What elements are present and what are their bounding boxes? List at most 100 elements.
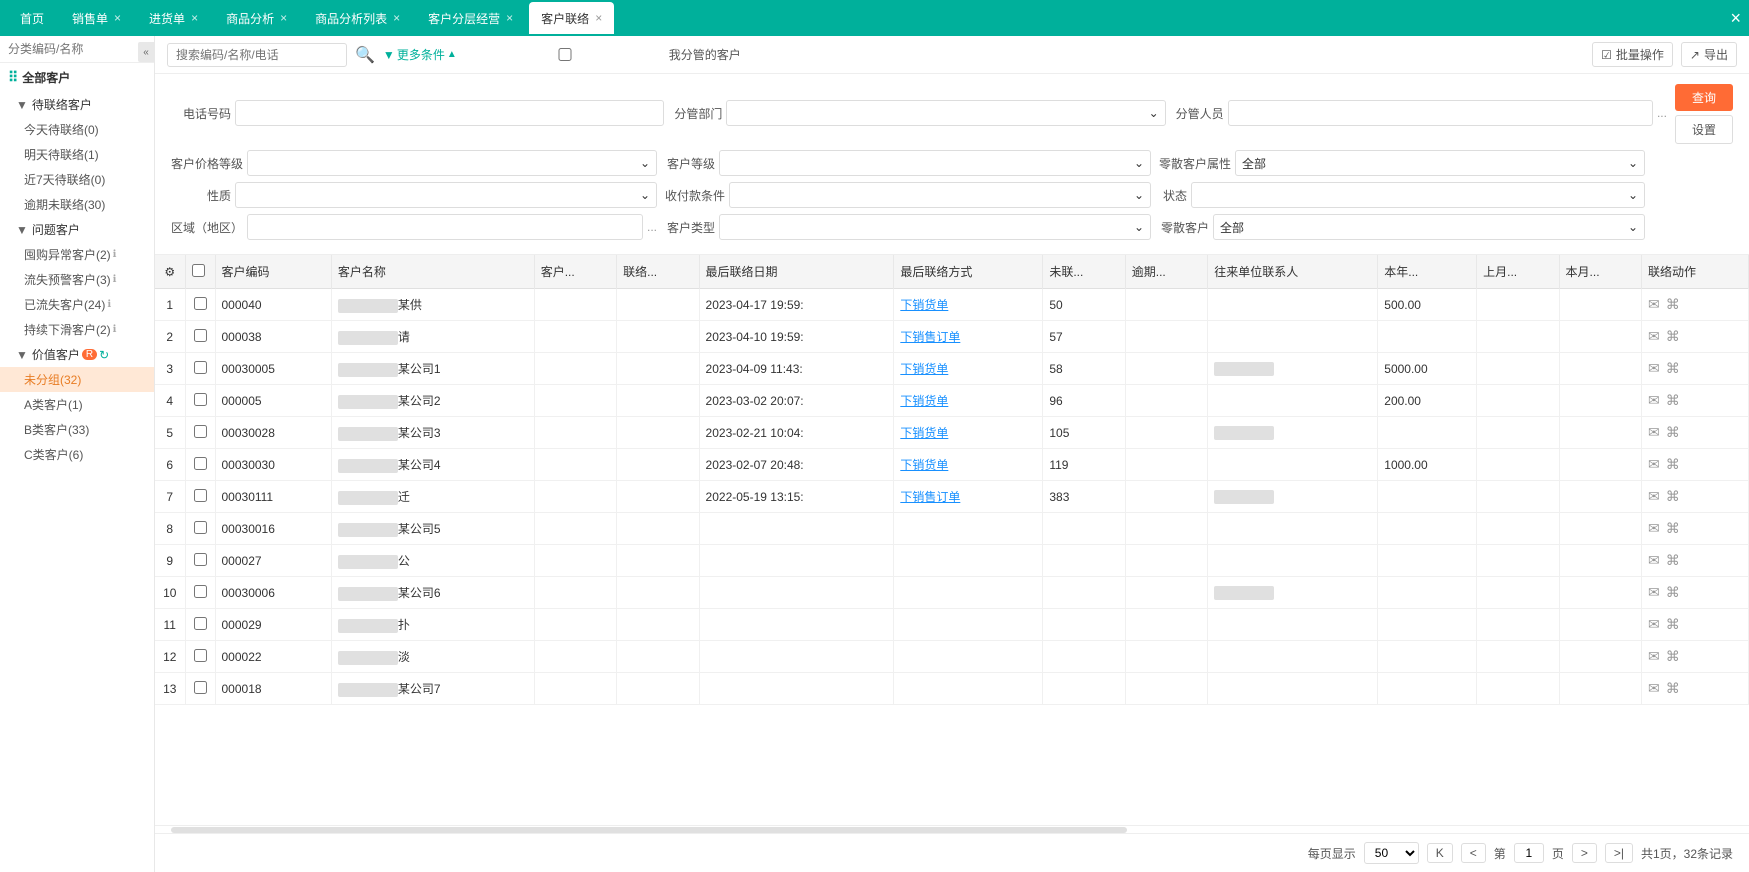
last-method-link[interactable]: 下销售订单 [900, 490, 960, 504]
close-all-button[interactable]: × [1730, 8, 1741, 29]
filter-region-select[interactable] [247, 214, 643, 240]
next-page-button[interactable]: > [1572, 843, 1597, 863]
last-page-button[interactable]: >| [1605, 843, 1633, 863]
row-checkbox[interactable] [194, 553, 207, 566]
first-page-button[interactable]: K [1427, 843, 1453, 863]
sidebar-item-today-pending[interactable]: 今天待联络(0) [0, 117, 154, 142]
td-checkbox[interactable] [185, 545, 215, 577]
home-tab[interactable]: 首页 [8, 2, 56, 34]
select-all-checkbox[interactable] [192, 264, 205, 277]
tab-analysis[interactable]: 商品分析 × [214, 2, 299, 34]
sidebar-search-input[interactable] [8, 42, 155, 56]
grid-icon[interactable]: ⌘ [1666, 392, 1680, 409]
tab-customer-contact-close[interactable]: × [595, 11, 602, 25]
th-settings[interactable]: ⚙ [155, 255, 185, 289]
filter-dept-select[interactable]: ⌄ [726, 100, 1165, 126]
chat-icon[interactable]: ✉ [1648, 392, 1660, 409]
row-checkbox[interactable] [194, 585, 207, 598]
th-checkbox[interactable] [185, 255, 215, 289]
sidebar-item-tomorrow-pending[interactable]: 明天待联络(1) [0, 142, 154, 167]
grid-icon[interactable]: ⌘ [1666, 360, 1680, 377]
chat-icon[interactable]: ✉ [1648, 616, 1660, 633]
chat-icon[interactable]: ✉ [1648, 520, 1660, 537]
td-checkbox[interactable] [185, 609, 215, 641]
td-checkbox[interactable] [185, 513, 215, 545]
sidebar-item-overdue-pending[interactable]: 逾期未联络(30) [0, 192, 154, 217]
page-size-select[interactable]: 50 100 200 [1364, 842, 1419, 864]
tab-analysis-list-close[interactable]: × [393, 11, 400, 25]
chat-icon[interactable]: ✉ [1648, 488, 1660, 505]
row-checkbox[interactable] [194, 393, 207, 406]
filter-nature-select[interactable]: ⌄ [235, 182, 657, 208]
sidebar-item-churn-warning[interactable]: 流失预警客户(3) ℹ [0, 267, 154, 292]
row-checkbox[interactable] [194, 521, 207, 534]
tab-purchase[interactable]: 进货单 × [137, 2, 210, 34]
td-checkbox[interactable] [185, 673, 215, 705]
grid-icon[interactable]: ⌘ [1666, 488, 1680, 505]
group-problem-customers[interactable]: ▼ 问题客户 [0, 217, 154, 242]
td-checkbox[interactable] [185, 353, 215, 385]
prev-page-button[interactable]: < [1461, 843, 1486, 863]
tab-analysis-list[interactable]: 商品分析列表 × [303, 2, 412, 34]
dots-button[interactable]: ... [1657, 106, 1667, 120]
grid-icon[interactable]: ⌘ [1666, 680, 1680, 697]
tab-customer-segment[interactable]: 客户分层经营 × [416, 2, 525, 34]
chat-icon[interactable]: ✉ [1648, 424, 1660, 441]
row-checkbox[interactable] [194, 297, 207, 310]
filter-customer-level-select[interactable]: ⌄ [719, 150, 1151, 176]
chat-icon[interactable]: ✉ [1648, 584, 1660, 601]
grid-icon[interactable]: ⌘ [1666, 552, 1680, 569]
sidebar-item-class-a[interactable]: A类客户(1) [0, 392, 154, 417]
search-input[interactable] [167, 43, 347, 67]
sidebar-item-class-b[interactable]: B类客户(33) [0, 417, 154, 442]
tab-customer-contact[interactable]: 客户联络 × [529, 2, 614, 34]
export-button[interactable]: ↗ 导出 [1681, 42, 1737, 67]
grid-icon[interactable]: ⌘ [1666, 296, 1680, 313]
chat-icon[interactable]: ✉ [1648, 296, 1660, 313]
current-page-input[interactable] [1514, 843, 1544, 863]
sidebar-item-unclassified[interactable]: 未分组(32) [0, 367, 154, 392]
grid-icon[interactable]: ⌘ [1666, 648, 1680, 665]
row-checkbox[interactable] [194, 649, 207, 662]
tab-customer-segment-close[interactable]: × [506, 11, 513, 25]
sidebar-item-declining[interactable]: 持续下滑客户(2) ℹ [0, 317, 154, 342]
last-method-link[interactable]: 下销货单 [900, 298, 948, 312]
td-checkbox[interactable] [185, 417, 215, 449]
grid-icon[interactable]: ⌘ [1666, 584, 1680, 601]
grid-icon[interactable]: ⌘ [1666, 456, 1680, 473]
sidebar-item-7day-pending[interactable]: 近7天待联络(0) [0, 167, 154, 192]
td-checkbox[interactable] [185, 641, 215, 673]
td-checkbox[interactable] [185, 321, 215, 353]
row-checkbox[interactable] [194, 329, 207, 342]
group-pending-contact[interactable]: ▼ 待联络客户 [0, 92, 154, 117]
chat-icon[interactable]: ✉ [1648, 360, 1660, 377]
filter-person-select[interactable] [1228, 100, 1653, 126]
tab-sales-close[interactable]: × [114, 11, 121, 25]
filter-customer-type-select[interactable]: ⌄ [719, 214, 1151, 240]
search-icon[interactable]: 🔍 [355, 45, 375, 65]
row-checkbox[interactable] [194, 457, 207, 470]
td-checkbox[interactable] [185, 577, 215, 609]
tab-purchase-close[interactable]: × [191, 11, 198, 25]
last-method-link[interactable]: 下销货单 [900, 458, 948, 472]
grid-icon[interactable]: ⌘ [1666, 328, 1680, 345]
row-checkbox[interactable] [194, 681, 207, 694]
filter-price-level-select[interactable]: ⌄ [247, 150, 657, 176]
query-button[interactable]: 查询 [1675, 84, 1733, 111]
filter-phone-input[interactable] [235, 100, 664, 126]
td-checkbox[interactable] [185, 385, 215, 417]
sidebar-item-churned[interactable]: 已流失客户(24) ℹ [0, 292, 154, 317]
reset-button[interactable]: 设置 [1675, 115, 1733, 144]
td-checkbox[interactable] [185, 449, 215, 481]
chat-icon[interactable]: ✉ [1648, 680, 1660, 697]
batch-ops-button[interactable]: ☑ 批量操作 [1592, 42, 1673, 67]
last-method-link[interactable]: 下销货单 [900, 426, 948, 440]
filter-scattered-select[interactable]: 全部 ⌄ [1213, 214, 1645, 240]
last-method-link[interactable]: 下销售订单 [900, 330, 960, 344]
row-checkbox[interactable] [194, 361, 207, 374]
region-dots-button[interactable]: ... [647, 220, 657, 234]
chat-icon[interactable]: ✉ [1648, 456, 1660, 473]
grid-icon[interactable]: ⌘ [1666, 520, 1680, 537]
sidebar-item-hoarding[interactable]: 囤购异常客户(2) ℹ [0, 242, 154, 267]
row-checkbox[interactable] [194, 617, 207, 630]
